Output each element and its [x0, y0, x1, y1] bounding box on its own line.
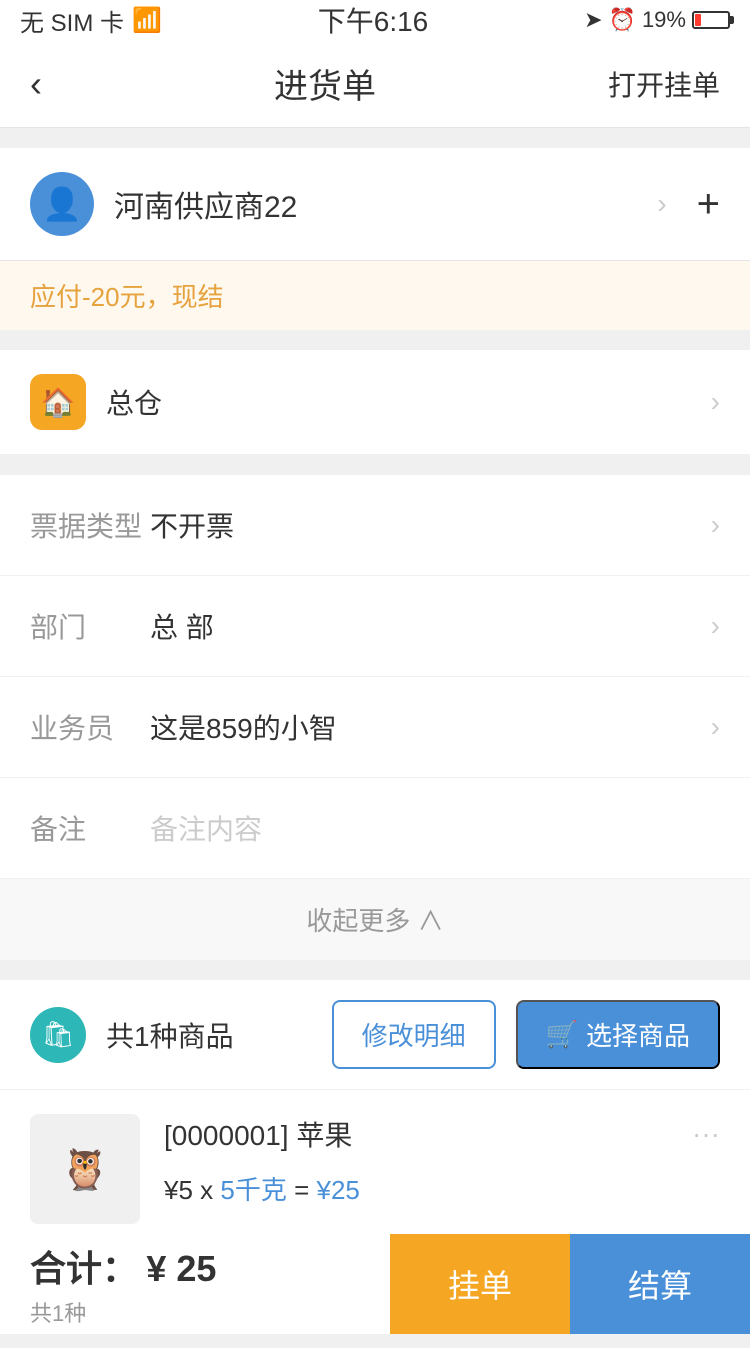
nav-bar: ‹ 进货单 打开挂单: [0, 40, 750, 128]
house-icon: 🏠: [41, 386, 76, 419]
total-label: 合计：: [30, 1248, 138, 1289]
remark-row[interactable]: 备注 备注内容: [0, 778, 750, 879]
invoice-type-label: 票据类型: [30, 505, 150, 545]
select-cart-icon: 🛒: [546, 1019, 578, 1050]
supplier-chevron-icon: ›: [657, 188, 666, 220]
battery-label: 19%: [642, 7, 686, 33]
warehouse-row[interactable]: 🏠 总仓 ›: [0, 350, 750, 455]
product-item: 🦉 [0000001] 苹果 ¥5 x 5千克 = ¥25 ···: [0, 1090, 750, 1248]
product-count-label: 共1种商品: [106, 1015, 332, 1055]
warehouse-chevron-icon: ›: [711, 386, 720, 418]
avatar-icon: 👤: [42, 185, 82, 223]
department-chevron-icon: ›: [711, 610, 720, 642]
department-value: 总 部: [150, 606, 701, 646]
battery-icon: [692, 11, 730, 29]
page-title: 进货单: [274, 59, 376, 108]
supplier-avatar: 👤: [30, 172, 94, 236]
product-logo-icon: 🦉: [60, 1146, 110, 1193]
supplier-row[interactable]: 👤 河南供应商22 › +: [0, 148, 750, 261]
gap-3: [0, 455, 750, 475]
carrier-label: 无 SIM 卡: [20, 3, 124, 38]
invoice-chevron-icon: ›: [711, 509, 720, 541]
total-area: 合计： ¥ 25 共1种: [0, 1234, 390, 1334]
total-amount-row: 合计： ¥ 25: [30, 1240, 360, 1292]
product-header: 🛍 共1种商品 修改明细 🛒 选择商品: [0, 980, 750, 1090]
gap-1: [0, 128, 750, 148]
product-title: 苹果: [296, 1120, 352, 1151]
open-pending-button[interactable]: 打开挂单: [608, 64, 720, 104]
unit-price: ¥5: [164, 1175, 193, 1205]
hang-button[interactable]: 挂单: [390, 1234, 570, 1334]
product-price-row: ¥5 x 5千克 = ¥25: [164, 1170, 668, 1207]
checkout-button[interactable]: 结算: [570, 1234, 750, 1334]
product-more-button[interactable]: ···: [692, 1118, 720, 1150]
warehouse-name: 总仓: [106, 382, 701, 422]
invoice-type-value: 不开票: [150, 505, 701, 545]
invoice-type-row[interactable]: 票据类型 不开票 ›: [0, 475, 750, 576]
product-code: [0000001]: [164, 1120, 289, 1151]
payment-note: 应付-20元，现结: [0, 261, 750, 330]
total-sub-label: 共1种: [30, 1296, 360, 1328]
supplier-name: 河南供应商22: [114, 182, 657, 226]
product-icon: 🛍: [30, 1007, 86, 1063]
product-name: [0000001] 苹果: [164, 1114, 668, 1154]
cart-icon: 🛍: [41, 1019, 74, 1050]
department-row[interactable]: 部门 总 部 ›: [0, 576, 750, 677]
gap-4: [0, 960, 750, 980]
equals-sign: =: [294, 1175, 316, 1205]
alarm-icon: ⏰: [609, 7, 636, 33]
bottom-bar: 合计： ¥ 25 共1种 挂单 结算: [0, 1234, 750, 1334]
quantity-value: 5千克: [220, 1175, 286, 1205]
product-thumbnail: 🦉: [30, 1114, 140, 1224]
time-label: 下午6:16: [318, 0, 429, 40]
select-product-label: 选择商品: [586, 1016, 690, 1053]
status-bar: 无 SIM 卡 📶 下午6:16 ➤ ⏰ 19%: [0, 0, 750, 40]
modify-detail-button[interactable]: 修改明细: [332, 1000, 496, 1069]
wifi-icon: 📶: [132, 6, 162, 35]
collapse-bar[interactable]: 收起更多 ∧: [0, 879, 750, 960]
department-label: 部门: [30, 606, 150, 646]
remark-label: 备注: [30, 808, 150, 848]
salesperson-row[interactable]: 业务员 这是859的小智 ›: [0, 677, 750, 778]
subtotal-value: ¥25: [317, 1175, 360, 1205]
salesperson-chevron-icon: ›: [711, 711, 720, 743]
select-product-button[interactable]: 🛒 选择商品: [516, 1000, 720, 1069]
status-bar-left: 无 SIM 卡 📶: [20, 3, 162, 38]
status-bar-right: ➤ ⏰ 19%: [584, 7, 730, 33]
add-button[interactable]: +: [697, 182, 720, 227]
remark-input[interactable]: 备注内容: [150, 808, 720, 848]
gap-2: [0, 330, 750, 350]
location-icon: ➤: [584, 7, 602, 33]
total-amount: ¥ 25: [146, 1248, 216, 1289]
product-info: [0000001] 苹果 ¥5 x 5千克 = ¥25: [164, 1114, 668, 1207]
warehouse-icon: 🏠: [30, 374, 86, 430]
back-button[interactable]: ‹: [30, 63, 42, 105]
salesperson-label: 业务员: [30, 707, 150, 747]
salesperson-value: 这是859的小智: [150, 707, 701, 747]
multiply-sign: x: [200, 1175, 220, 1205]
